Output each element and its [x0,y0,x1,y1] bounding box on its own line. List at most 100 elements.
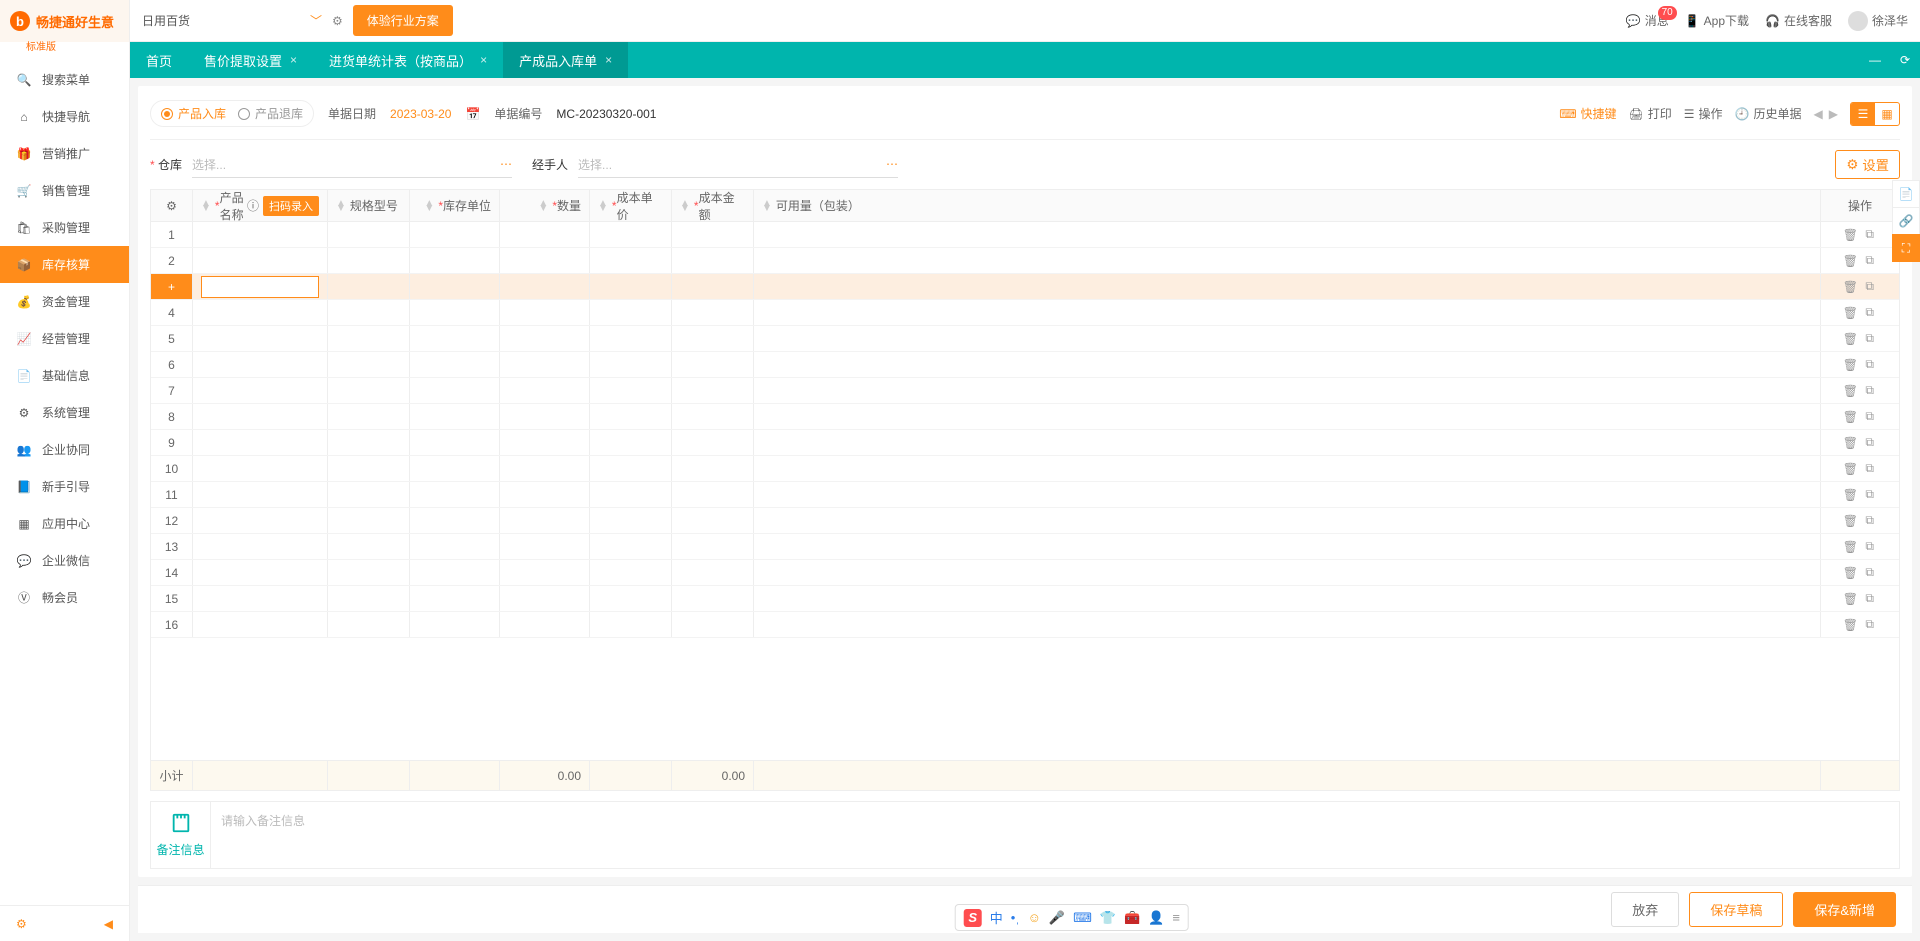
nav-item-11[interactable]: 📘新手引导 [0,468,129,505]
cell-qty[interactable] [500,586,590,611]
nav-item-0[interactable]: 🔍搜索菜单 [0,61,129,98]
table-row[interactable]: + 🗑 ⧉ [151,274,1899,300]
table-row[interactable]: 15 🗑 ⧉ [151,586,1899,612]
messages-button[interactable]: 💬 消息 70 [1626,12,1669,29]
nav-item-13[interactable]: 💬企业微信 [0,542,129,579]
cell-qty[interactable] [500,248,590,273]
table-row[interactable]: 13 🗑 ⧉ [151,534,1899,560]
cell-available[interactable] [754,378,1821,403]
table-row[interactable]: 2 🗑 ⧉ [151,248,1899,274]
radio-product-in[interactable]: 产品入库 [161,105,226,122]
cell-spec[interactable] [328,274,410,299]
collapse-icon[interactable]: ◀ [104,917,113,931]
cell-unit[interactable] [410,456,500,481]
cell-available[interactable] [754,534,1821,559]
cell-available[interactable] [754,300,1821,325]
cell-available[interactable] [754,222,1821,247]
cell-price[interactable] [590,482,672,507]
cell-unit[interactable] [410,508,500,533]
experience-button[interactable]: 体验行业方案 [353,5,453,36]
tab-1[interactable]: 售价提取设置× [188,42,313,78]
cell-amount[interactable] [672,222,754,247]
logo[interactable]: b 畅捷通好生意 [0,0,129,42]
tab-minimize[interactable]: — [1860,53,1890,67]
cell-price[interactable] [590,456,672,481]
close-icon[interactable]: × [605,53,612,67]
table-row[interactable]: 16 🗑 ⧉ [151,612,1899,638]
cell-price[interactable] [590,222,672,247]
save-draft-button[interactable]: 保存草稿 [1689,892,1783,927]
user-menu[interactable]: 徐泽华 [1848,11,1908,31]
copy-icon[interactable]: ⧉ [1862,435,1878,451]
cell-spec[interactable] [328,482,410,507]
cell-amount[interactable] [672,352,754,377]
cell-name[interactable] [193,248,328,273]
cell-qty[interactable] [500,482,590,507]
cell-price[interactable] [590,326,672,351]
nav-item-14[interactable]: Ⓥ畅会员 [0,579,129,616]
cell-price[interactable] [590,378,672,403]
table-row[interactable]: 9 🗑 ⧉ [151,430,1899,456]
cell-amount[interactable] [672,378,754,403]
cell-spec[interactable] [328,378,410,403]
cell-unit[interactable] [410,404,500,429]
gear-icon[interactable]: ⚙ [332,14,343,28]
cell-qty[interactable] [500,430,590,455]
copy-icon[interactable]: ⧉ [1862,331,1878,347]
ime-lang[interactable]: 中 [990,908,1003,927]
cell-price[interactable] [590,352,672,377]
cell-available[interactable] [754,326,1821,351]
cell-amount[interactable] [672,612,754,637]
cell-price[interactable] [590,612,672,637]
table-row[interactable]: 10 🗑 ⧉ [151,456,1899,482]
cell-available[interactable] [754,508,1821,533]
radio-product-out[interactable]: 产品退库 [238,105,303,122]
cell-price[interactable] [590,274,672,299]
cell-spec[interactable] [328,300,410,325]
scan-button[interactable]: 扫码录入 [263,196,319,216]
cell-qty[interactable] [500,222,590,247]
nav-item-9[interactable]: ⚙系统管理 [0,394,129,431]
cell-amount[interactable] [672,248,754,273]
ime-toolbox-icon[interactable]: 🧰 [1124,910,1140,926]
cell-qty[interactable] [500,560,590,585]
table-row[interactable]: 4 🗑 ⧉ [151,300,1899,326]
copy-icon[interactable]: ⧉ [1862,305,1878,321]
cell-price[interactable] [590,560,672,585]
online-service-button[interactable]: 🎧 在线客服 [1765,12,1832,29]
cell-name[interactable] [193,326,328,351]
ime-menu-icon[interactable]: ≡ [1172,910,1180,925]
tab-2[interactable]: 进货单统计表（按商品）× [313,42,503,78]
cell-name[interactable] [193,560,328,585]
nav-item-6[interactable]: 💰资金管理 [0,283,129,320]
nav-item-2[interactable]: 🎁营销推广 [0,135,129,172]
operate-link[interactable]: ☰操作 [1684,105,1723,122]
table-row[interactable]: 6 🗑 ⧉ [151,352,1899,378]
cell-amount[interactable] [672,534,754,559]
copy-icon[interactable]: ⧉ [1862,565,1878,581]
tab-0[interactable]: 首页 [130,42,188,78]
close-icon[interactable]: × [290,53,297,67]
copy-icon[interactable]: ⧉ [1862,357,1878,373]
cell-spec[interactable] [328,508,410,533]
cell-available[interactable] [754,560,1821,585]
th-spec[interactable]: ▲▼规格型号 [328,190,410,221]
cell-price[interactable] [590,404,672,429]
cell-amount[interactable] [672,404,754,429]
cell-spec[interactable] [328,326,410,351]
handler-select[interactable]: 选择... ⋯ [578,152,898,178]
delete-icon[interactable]: 🗑 [1842,487,1858,503]
cell-amount[interactable] [672,430,754,455]
copy-icon[interactable]: ⧉ [1862,617,1878,633]
cell-name[interactable] [193,222,328,247]
delete-icon[interactable]: 🗑 [1842,253,1858,269]
cell-available[interactable] [754,248,1821,273]
cell-name[interactable] [193,456,328,481]
cell-spec[interactable] [328,352,410,377]
settings-icon[interactable]: ⚙ [16,917,27,931]
cell-unit[interactable] [410,274,500,299]
nav-item-5[interactable]: 📦库存核算 [0,246,129,283]
view-grid[interactable]: ▦ [1875,103,1899,125]
nav-item-7[interactable]: 📈经营管理 [0,320,129,357]
cell-amount[interactable] [672,274,754,299]
